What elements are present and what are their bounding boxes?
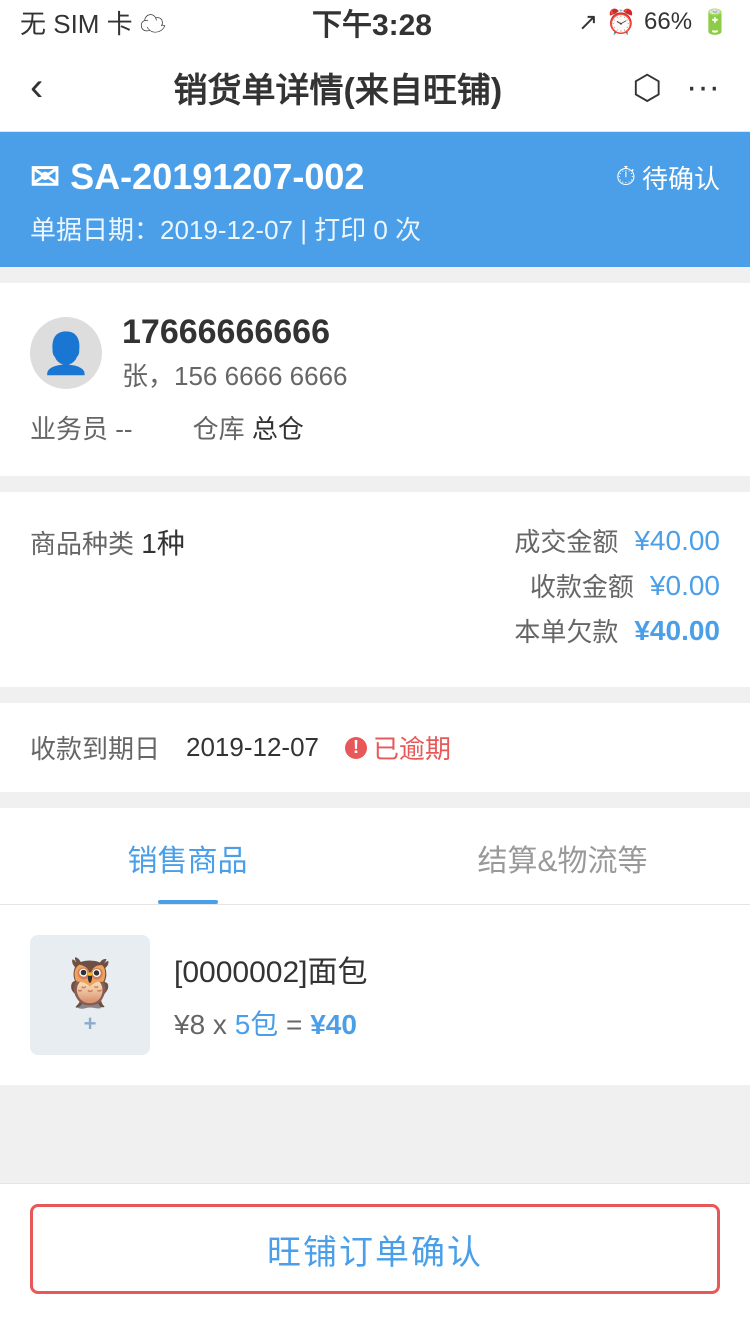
share-icon[interactable]: ⬡: [632, 68, 662, 108]
salesperson-label: 业务员: [30, 414, 108, 444]
order-id-text: SA-20191207-002: [70, 156, 364, 198]
summary-right: 成交金额 ¥40.00 收款金额 ¥0.00 本单欠款 ¥40.00: [514, 522, 720, 657]
due-date: 2019-12-07: [186, 732, 319, 763]
due-section: 收款到期日 2019-12-07 ! 已逾期: [0, 703, 750, 792]
overdue-icon: !: [345, 737, 367, 759]
summary-section: 商品种类 1种 成交金额 ¥40.00 收款金额 ¥0.00 本单欠款 ¥40.…: [0, 492, 750, 687]
order-icon: ✉: [30, 156, 60, 198]
tabs-section: 销售商品 结算&物流等 🦉 + [0000002]面包 ¥8 x 5包 = ¥4…: [0, 808, 750, 1085]
tabs-row: 销售商品 结算&物流等: [0, 808, 750, 905]
warehouse-label: 仓库: [193, 414, 245, 444]
customer-details: 业务员 -- 仓库 总仓: [30, 409, 720, 446]
more-icon[interactable]: ···: [686, 68, 720, 107]
salesperson-item: 业务员 --: [30, 409, 133, 446]
due-label: 收款到期日: [30, 729, 160, 766]
category-item: 商品种类 1种: [30, 522, 185, 562]
overdue-badge: ! 已逾期: [345, 729, 451, 766]
overdue-text: 已逾期: [373, 729, 451, 766]
avatar: 👤: [30, 317, 102, 389]
nav-bar: ‹ 销货单详情(来自旺铺) ⬡ ···: [0, 44, 750, 132]
nav-actions: ⬡ ···: [632, 68, 720, 108]
warehouse-value: 总仓: [252, 414, 304, 444]
product-thumbnail: 🦉 +: [30, 935, 150, 1055]
amount-value: ¥40.00: [634, 525, 720, 557]
status-text: 待确认: [642, 159, 720, 196]
status-bar: 无 SIM 卡 ☁ 下午3:28 ↗ ⏰ 66% 🔋: [0, 0, 750, 44]
page-title: 销货单详情(来自旺铺): [174, 63, 503, 112]
summary-left: 商品种类 1种: [30, 522, 185, 562]
product-item: 🦉 + [0000002]面包 ¥8 x 5包 = ¥40: [0, 905, 750, 1085]
location-icon: ↗: [578, 8, 598, 37]
product-logo-plus: +: [84, 1011, 97, 1037]
tab-sales-product[interactable]: 销售商品: [0, 808, 375, 904]
customer-name: 张，156 6666 6666: [122, 356, 348, 393]
received-value: ¥0.00: [650, 570, 720, 602]
category-label: 商品种类: [30, 529, 134, 559]
battery-icon: 🔋: [700, 8, 730, 37]
product-info: [0000002]面包 ¥8 x 5包 = ¥40: [174, 947, 720, 1043]
order-status: ⏱ 待确认: [616, 159, 720, 196]
owed-value: ¥40.00: [634, 615, 720, 647]
tab-settlement[interactable]: 结算&物流等: [375, 808, 750, 904]
product-list: 🦉 + [0000002]面包 ¥8 x 5包 = ¥40: [0, 905, 750, 1085]
customer-section: 👤 17666666666 张，156 6666 6666 业务员 -- 仓库 …: [0, 283, 750, 476]
owed-label: 本单欠款: [514, 612, 618, 649]
salesperson-value: --: [115, 414, 132, 444]
product-price: ¥8 x 5包 = ¥40: [174, 1003, 720, 1043]
received-row: 收款金额 ¥0.00: [514, 567, 720, 604]
product-name: [0000002]面包: [174, 947, 720, 991]
clock-icon: ⏱: [616, 161, 636, 193]
customer-row: 👤 17666666666 张，156 6666 6666: [30, 313, 720, 393]
category-value: 1种: [141, 528, 185, 559]
battery-label: 66%: [644, 8, 692, 36]
product-logo-icon: 🦉: [60, 954, 120, 1011]
owed-row: 本单欠款 ¥40.00: [514, 612, 720, 649]
order-id-row: ✉ SA-20191207-002 ⏱ 待确认: [30, 156, 720, 198]
amount-label: 成交金额: [514, 522, 618, 559]
status-left: 无 SIM 卡 ☁: [20, 4, 166, 41]
status-time: 下午3:28: [312, 0, 432, 44]
equals-sign: =: [278, 1009, 310, 1040]
product-image: 🦉 +: [30, 935, 150, 1055]
customer-phone: 17666666666: [122, 313, 348, 352]
alarm-icon: ⏰: [606, 8, 636, 37]
order-meta: 单据日期：2019-12-07 | 打印 0 次: [30, 210, 720, 247]
amount-row: 成交金额 ¥40.00: [514, 522, 720, 559]
user-icon: 👤: [41, 330, 91, 377]
product-total: ¥40: [310, 1009, 357, 1040]
bottom-bar: 旺铺订单确认: [0, 1183, 750, 1334]
price-formula: ¥8 x: [174, 1009, 235, 1040]
customer-info: 17666666666 张，156 6666 6666: [122, 313, 348, 393]
confirm-button[interactable]: 旺铺订单确认: [30, 1204, 720, 1294]
order-header: ✉ SA-20191207-002 ⏱ 待确认 单据日期：2019-12-07 …: [0, 132, 750, 267]
order-id: ✉ SA-20191207-002: [30, 156, 364, 198]
back-button[interactable]: ‹: [30, 65, 43, 110]
summary-grid: 商品种类 1种 成交金额 ¥40.00 收款金额 ¥0.00 本单欠款 ¥40.…: [30, 522, 720, 657]
status-right: ↗ ⏰ 66% 🔋: [578, 8, 730, 37]
received-label: 收款金额: [530, 567, 634, 604]
product-qty: 5包: [235, 1009, 279, 1040]
no-sim-label: 无 SIM 卡 ☁: [20, 4, 166, 41]
warehouse-item: 仓库 总仓: [193, 409, 304, 446]
